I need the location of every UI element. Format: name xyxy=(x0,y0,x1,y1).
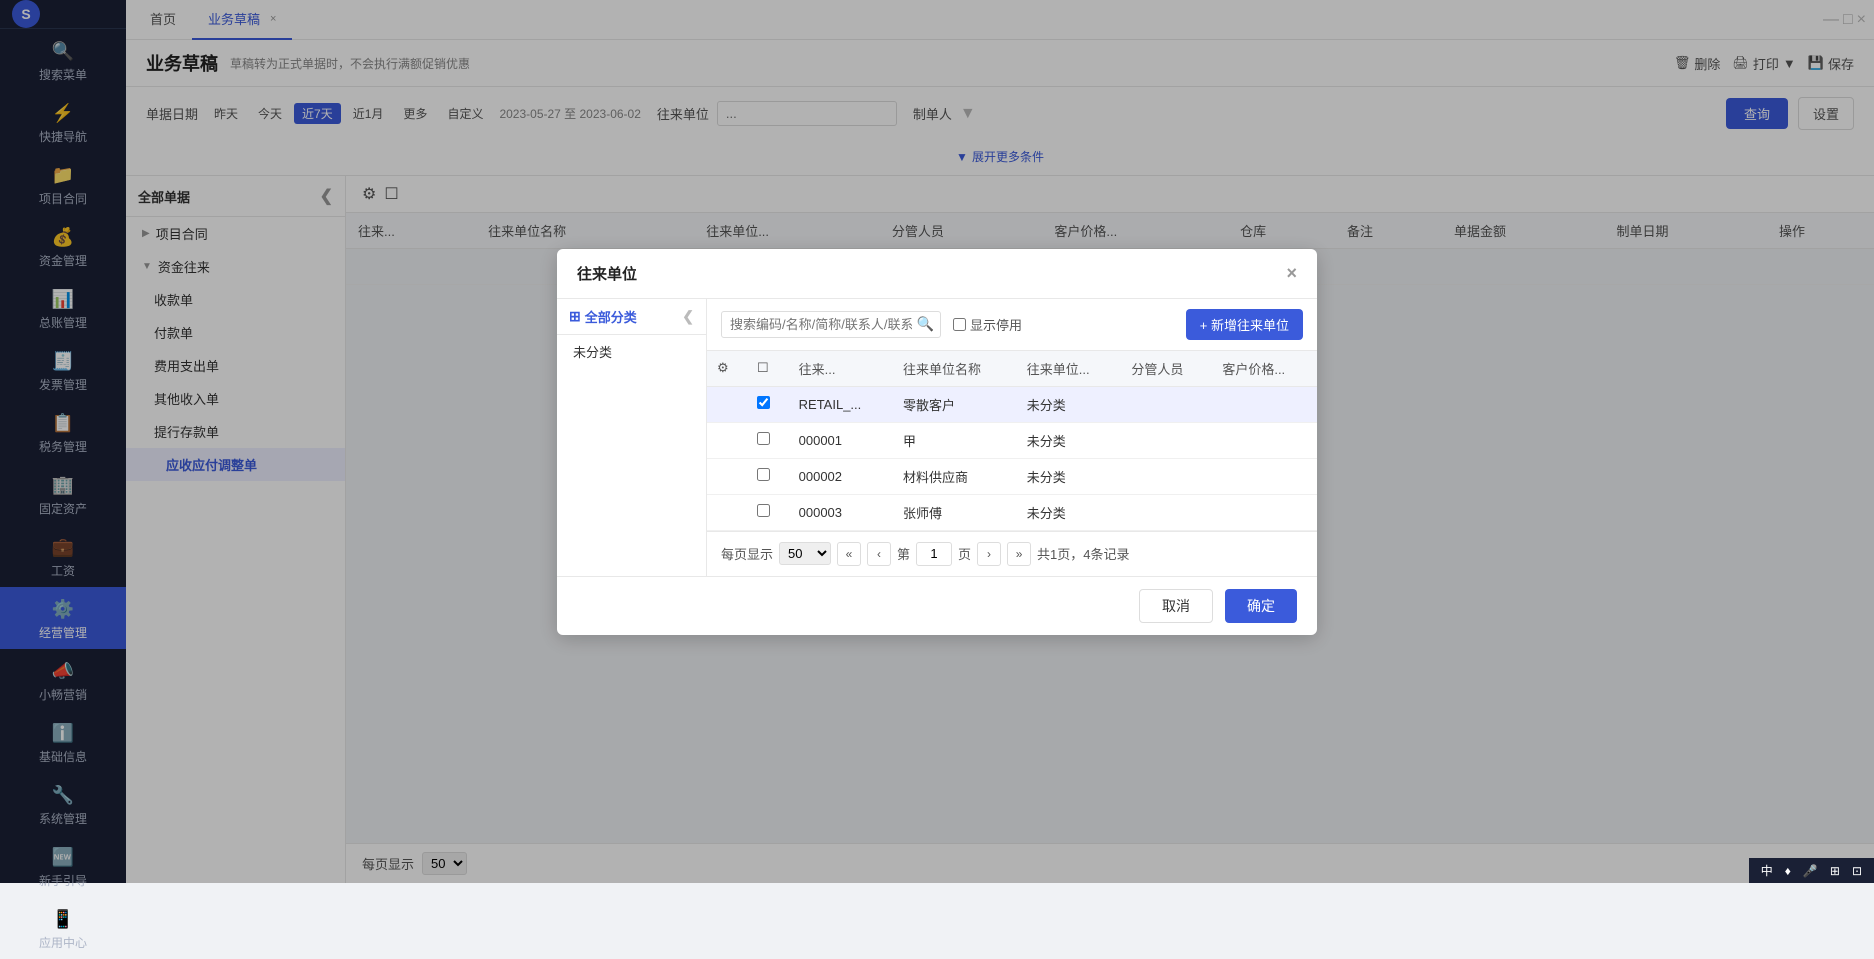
modal-tree-item-uncategorized[interactable]: 未分类 xyxy=(557,335,706,368)
modal-title: 往来单位 xyxy=(577,263,637,284)
row-manager-cell xyxy=(1121,458,1212,494)
first-page-button[interactable]: « xyxy=(837,542,861,566)
add-counterpart-button[interactable]: + 新增往来单位 xyxy=(1186,309,1303,340)
row-name-cell: 材料供应商 xyxy=(893,458,1017,494)
modal-col-price: 客户价格... xyxy=(1212,351,1317,387)
modal-table-row[interactable]: RETAIL_... 零散客户 未分类 xyxy=(707,386,1317,422)
row-checkbox-cell[interactable] xyxy=(747,494,789,530)
modal-search-bar: 🔍 显示停用 + 新增往来单位 xyxy=(707,299,1317,351)
status-grid-icon: ⊞ xyxy=(1830,864,1840,878)
row-name-cell: 甲 xyxy=(893,422,1017,458)
search-wrap: 🔍 xyxy=(721,311,941,338)
modal-table-row[interactable]: 000002 材料供应商 未分类 xyxy=(707,458,1317,494)
total-records: 共1页，4条记录 xyxy=(1037,544,1129,563)
show-disabled-checkbox[interactable] xyxy=(953,318,966,331)
page-size-label: 每页显示 xyxy=(721,544,773,563)
page-size-select[interactable]: 50 100 200 xyxy=(779,542,831,565)
modal-tree: ⊞ 全部分类 ❮ 未分类 xyxy=(557,299,707,576)
modal-search-input[interactable] xyxy=(721,311,941,338)
row-checkbox[interactable] xyxy=(757,396,770,409)
modal-right: 🔍 显示停用 + 新增往来单位 ⚙ ☐ xyxy=(707,299,1317,576)
row-category-cell: 未分类 xyxy=(1017,422,1122,458)
row-checkbox-cell[interactable] xyxy=(747,386,789,422)
row-manager-cell xyxy=(1121,494,1212,530)
modal-table-wrap[interactable]: ⚙ ☐ 往来... 往来单位名称 往来单位... 分管人员 客户价格... xyxy=(707,351,1317,531)
row-category-cell: 未分类 xyxy=(1017,458,1122,494)
modal-col-category: 往来单位... xyxy=(1017,351,1122,387)
sidebar-item-label: 应用中心 xyxy=(39,934,87,951)
modal-col-code: 往来... xyxy=(789,351,893,387)
row-setting-cell xyxy=(707,386,747,422)
counterpart-modal: 往来单位 × ⊞ 全部分类 ❮ 未分类 xyxy=(557,249,1317,635)
row-price-cell xyxy=(1212,458,1317,494)
app-center-icon: 📱 xyxy=(52,909,74,930)
modal-col-setting: ⚙ xyxy=(707,351,747,387)
row-checkbox-cell[interactable] xyxy=(747,458,789,494)
status-diamond-icon: ♦ xyxy=(1785,864,1791,878)
modal-overlay: 往来单位 × ⊞ 全部分类 ❮ 未分类 xyxy=(0,0,1874,883)
modal-col-name: 往来单位名称 xyxy=(893,351,1017,387)
row-checkbox[interactable] xyxy=(757,432,770,445)
modal-footer: 取消 确定 xyxy=(557,576,1317,635)
row-code-cell: 000001 xyxy=(789,422,893,458)
row-code-cell: RETAIL_... xyxy=(789,386,893,422)
modal-table-row[interactable]: 000001 甲 未分类 xyxy=(707,422,1317,458)
modal-header: 往来单位 × xyxy=(557,249,1317,299)
row-setting-cell xyxy=(707,422,747,458)
row-price-cell xyxy=(1212,494,1317,530)
page-unit: 页 xyxy=(958,544,971,563)
row-setting-cell xyxy=(707,494,747,530)
next-page-button[interactable]: › xyxy=(977,542,1001,566)
status-cn-icon: 中 xyxy=(1761,862,1773,879)
row-name-cell: 零散客户 xyxy=(893,386,1017,422)
status-bar: 中 ♦ 🎤 ⊞ ⊡ xyxy=(1749,858,1874,883)
modal-col-checkbox: ☐ xyxy=(747,351,789,387)
modal-close-button[interactable]: × xyxy=(1286,264,1297,282)
search-icon: 🔍 xyxy=(917,316,934,333)
row-category-cell: 未分类 xyxy=(1017,494,1122,530)
modal-table: ⚙ ☐ 往来... 往来单位名称 往来单位... 分管人员 客户价格... xyxy=(707,351,1317,531)
cancel-button[interactable]: 取消 xyxy=(1139,589,1213,623)
modal-table-row[interactable]: 000003 张师傅 未分类 xyxy=(707,494,1317,530)
page-number-input[interactable] xyxy=(916,542,952,566)
tree-collapse-icon[interactable]: ❮ xyxy=(682,308,694,325)
row-price-cell xyxy=(1212,386,1317,422)
row-checkbox[interactable] xyxy=(757,504,770,517)
row-checkbox-cell[interactable] xyxy=(747,422,789,458)
page-label: 第 xyxy=(897,544,910,563)
row-code-cell: 000002 xyxy=(789,458,893,494)
modal-col-manager: 分管人员 xyxy=(1121,351,1212,387)
status-mic-icon: 🎤 xyxy=(1803,864,1818,878)
confirm-button[interactable]: 确定 xyxy=(1225,589,1297,623)
row-setting-cell xyxy=(707,458,747,494)
category-grid-icon: ⊞ xyxy=(569,308,581,325)
row-category-cell: 未分类 xyxy=(1017,386,1122,422)
show-disabled-label[interactable]: 显示停用 xyxy=(953,315,1022,334)
row-code-cell: 000003 xyxy=(789,494,893,530)
sidebar-item-app-center[interactable]: 📱 应用中心 xyxy=(0,897,126,959)
row-name-cell: 张师傅 xyxy=(893,494,1017,530)
modal-body: ⊞ 全部分类 ❮ 未分类 🔍 显示停用 xyxy=(557,299,1317,576)
row-manager-cell xyxy=(1121,386,1212,422)
prev-page-button[interactable]: ‹ xyxy=(867,542,891,566)
row-manager-cell xyxy=(1121,422,1212,458)
modal-pagination: 每页显示 50 100 200 « ‹ 第 页 › » 共1页，4条记录 xyxy=(707,531,1317,576)
modal-tree-header: ⊞ 全部分类 ❮ xyxy=(557,299,706,335)
row-price-cell xyxy=(1212,422,1317,458)
row-checkbox[interactable] xyxy=(757,468,770,481)
last-page-button[interactable]: » xyxy=(1007,542,1031,566)
status-layout-icon: ⊡ xyxy=(1852,864,1862,878)
